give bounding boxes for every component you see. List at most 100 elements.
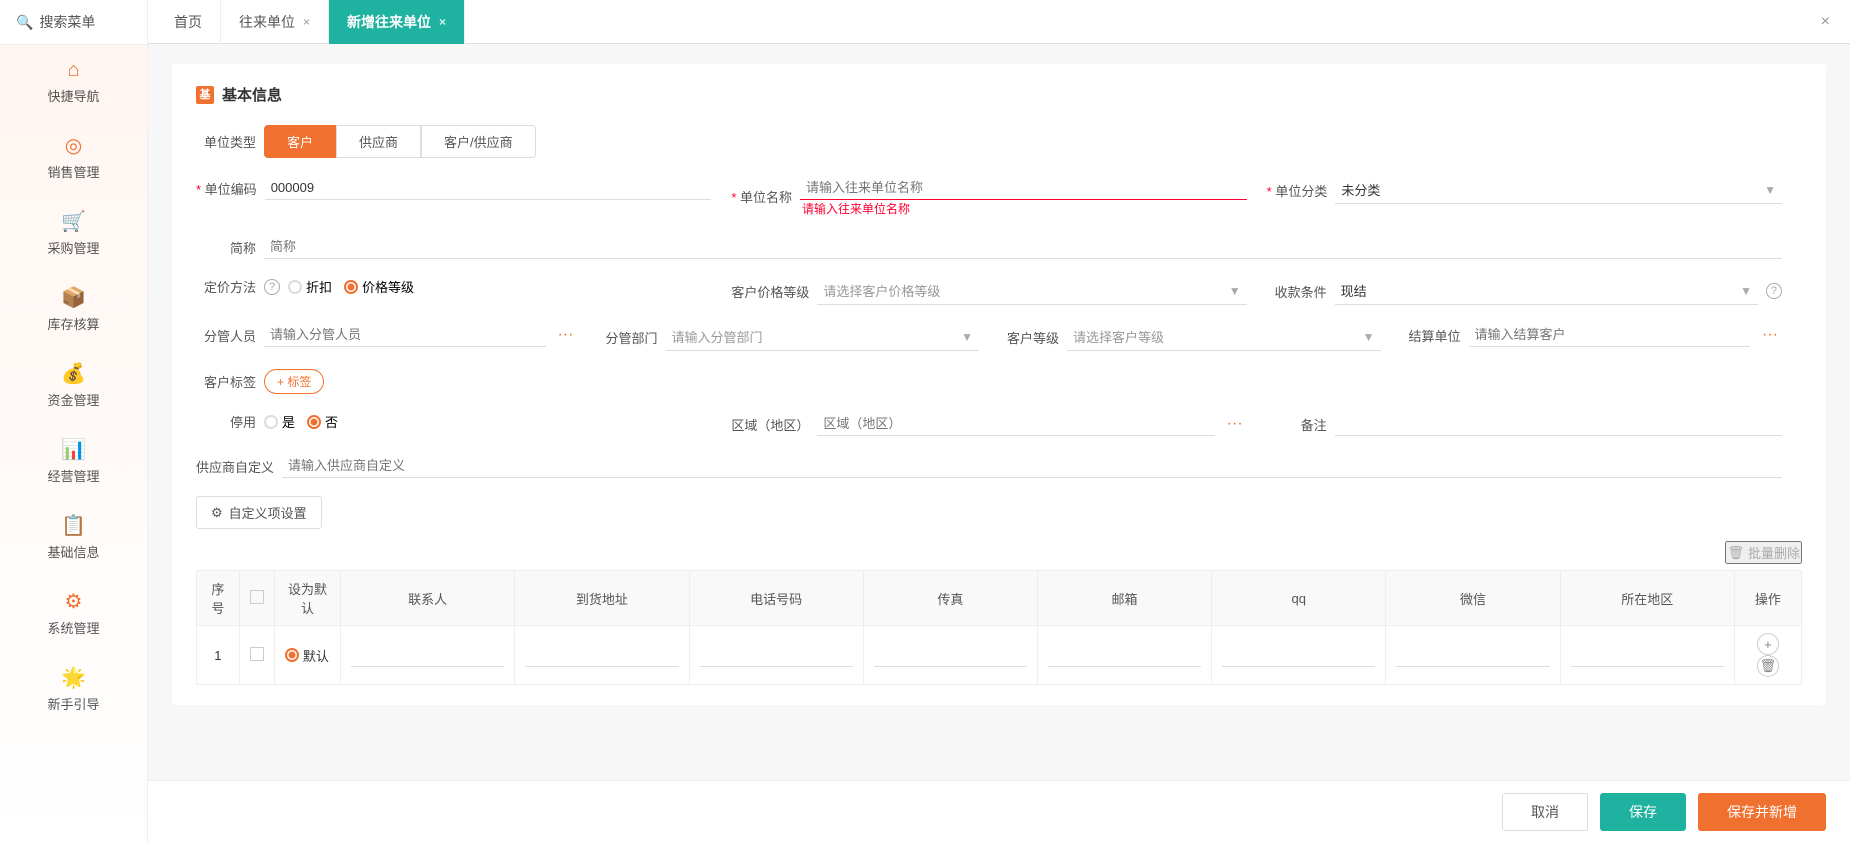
payment-terms-select[interactable]: 现结 ▼ [1335,277,1758,305]
col-checkbox[interactable] [239,571,274,626]
sidebar-item-stock[interactable]: 📦 库存核算 [0,271,147,347]
row-contact[interactable] [341,626,515,685]
remark-input[interactable] [1335,412,1782,436]
table-row: 1 默认 [197,626,1802,685]
sidebar-item-label: 资金管理 [47,390,99,409]
unit-name-input-wrapper: 请输入往来单位名称 [800,176,1247,217]
row-delete-button[interactable]: 🗑 [1757,655,1779,677]
address-input[interactable] [525,643,678,667]
window-close-icon[interactable]: × [1809,13,1842,31]
tab-new-partner-close[interactable]: × [439,16,446,28]
search-menu-item[interactable]: 🔍 搜索菜单 [0,0,147,45]
sidebar-item-label: 新手引导 [47,694,99,713]
region-input[interactable] [817,412,1214,436]
unit-type-both[interactable]: 客户/供应商 [421,125,536,158]
sidebar-item-sales[interactable]: ◎ 销售管理 [0,119,147,195]
dept-select[interactable]: 请输入分管部门 ▼ [666,323,980,351]
tab-new-partner[interactable]: 新增往来单位 × [329,0,465,44]
sidebar-item-label: 快捷导航 [47,86,99,105]
default-label: 默认 [303,646,329,665]
unit-category-field: 单位分类 未分类 ▼ [1267,176,1802,204]
row-checkbox-cell[interactable] [239,626,274,685]
manager-more-btn[interactable]: ··· [554,326,578,344]
add-tag-button[interactable]: + 标签 [264,369,324,394]
unit-code-input[interactable] [265,176,712,200]
guide-icon: 🌟 [61,665,86,690]
settlement-input[interactable] [1469,323,1751,347]
dept-chevron: ▼ [961,330,973,344]
unit-code-name-row: 单位编码 单位名称 请输入往来单位名称 单位分类 未分类 ▼ [196,176,1802,217]
row-add-button[interactable]: + [1757,633,1779,655]
manager-input[interactable] [264,323,546,347]
sidebar-item-purchase[interactable]: 🛒 采购管理 [0,195,147,271]
fax-input[interactable] [874,643,1027,667]
sidebar-item-label: 销售管理 [47,162,99,181]
payment-terms-chevron: ▼ [1740,284,1752,298]
customer-price-select[interactable]: 请选择客户价格等级 ▼ [817,277,1246,305]
default-radio-item[interactable]: 默认 [285,646,330,665]
header-checkbox[interactable] [250,590,264,604]
save-new-button[interactable]: 保存并新增 [1698,793,1826,831]
sidebar-item-system[interactable]: ⚙ 系统管理 [0,575,147,651]
row-address[interactable] [515,626,689,685]
region-table-input[interactable] [1571,643,1724,667]
row-region[interactable] [1560,626,1734,685]
row-wechat[interactable] [1386,626,1560,685]
payment-help-icon[interactable]: ? [1766,283,1782,299]
disabled-no[interactable]: 否 [307,412,338,431]
row-seq: 1 [197,626,240,685]
tab-new-partner-label: 新增往来单位 [347,12,431,32]
region-more-btn[interactable]: ··· [1223,415,1247,433]
wechat-input[interactable] [1396,643,1549,667]
sidebar-item-operations[interactable]: 📊 经营管理 [0,423,147,499]
tab-partners-close[interactable]: × [303,16,310,28]
disabled-row: 停用 是 否 区域（地区） ··· [196,412,1802,436]
card-title-text: 基本信息 [222,84,282,105]
sidebar-item-guide[interactable]: 🌟 新手引导 [0,651,147,727]
tab-partners-label: 往来单位 [239,12,295,32]
pricing-discount[interactable]: 折扣 [288,277,332,296]
contact-input[interactable] [351,643,504,667]
disabled-yes[interactable]: 是 [264,412,295,431]
customer-level-placeholder: 请选择客户等级 [1073,327,1363,346]
pricing-level[interactable]: 价格等级 [344,277,414,296]
tab-home[interactable]: 首页 [156,0,221,44]
supplier-custom-input[interactable] [282,454,1782,478]
unit-category-select[interactable]: 未分类 ▼ [1335,176,1782,204]
row-fax[interactable] [863,626,1037,685]
disabled-label: 停用 [196,412,256,431]
main-content: 首页 往来单位 × 新增往来单位 × × 基 基本信息 单位类型 客户 [148,0,1850,843]
cancel-button[interactable]: 取消 [1502,793,1588,831]
unit-category-value: 未分类 [1341,180,1764,199]
unit-type-customer[interactable]: 客户 [264,125,336,158]
sidebar-item-finance[interactable]: 💰 资金管理 [0,347,147,423]
qq-input[interactable] [1222,643,1375,667]
col-phone: 电话号码 [689,571,863,626]
email-input[interactable] [1048,643,1201,667]
unit-code-label: 单位编码 [196,179,257,198]
sidebar-item-basic-info[interactable]: 📋 基础信息 [0,499,147,575]
phone-input[interactable] [700,643,853,667]
tab-partners[interactable]: 往来单位 × [221,0,329,44]
dept-label: 分管部门 [598,328,658,347]
batch-delete-button[interactable]: 🗑 批量删除 [1725,541,1802,564]
custom-settings-button[interactable]: ⚙ 自定义项设置 [196,496,322,529]
row-email[interactable] [1037,626,1211,685]
delete-icon: 🗑 [1727,545,1744,561]
customer-level-select[interactable]: 请选择客户等级 ▼ [1067,323,1381,351]
yes-label: 是 [282,412,295,431]
row-checkbox[interactable] [250,647,264,661]
save-button[interactable]: 保存 [1600,793,1686,831]
unit-name-input[interactable] [800,176,1247,200]
sidebar-item-quick-nav[interactable]: ⌂ 快捷导航 [0,45,147,119]
quick-nav-icon: ⌂ [67,59,79,82]
row-qq[interactable] [1212,626,1386,685]
unit-type-supplier[interactable]: 供应商 [336,125,421,158]
unit-category-chevron: ▼ [1764,183,1776,197]
sidebar-item-label: 采购管理 [47,238,99,257]
abbr-input[interactable] [264,235,1782,259]
row-phone[interactable] [689,626,863,685]
pricing-help-icon[interactable]: ? [264,279,280,295]
card-title: 基 基本信息 [196,84,1802,105]
settlement-more-btn[interactable]: ··· [1758,326,1782,344]
